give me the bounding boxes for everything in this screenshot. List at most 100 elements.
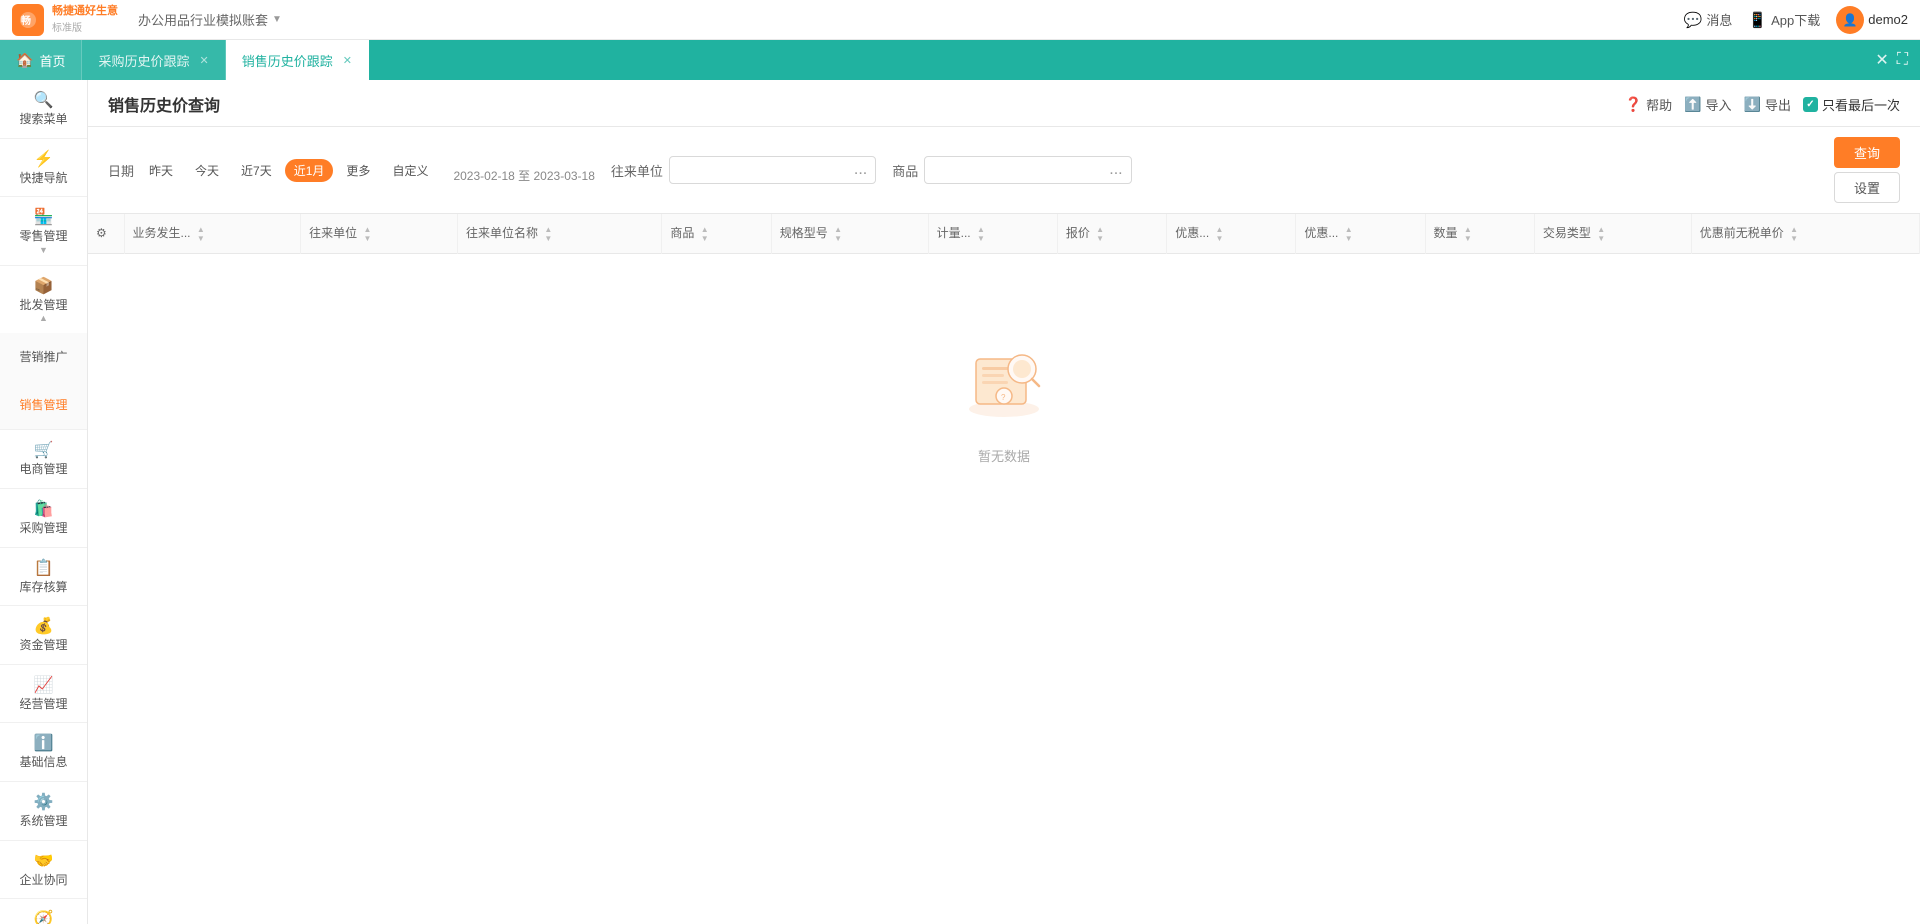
tab-sales-history-close[interactable]: ✕: [343, 54, 352, 67]
sidebar-label-retail: 零售管理: [19, 229, 67, 245]
date-pill-7days[interactable]: 近7天: [232, 159, 281, 182]
sidebar-label-inventory: 库存核算: [19, 580, 67, 596]
th-unit[interactable]: 计量... ▲▼: [928, 214, 1057, 253]
sidebar-item-search-menu[interactable]: 🔍 搜索菜单: [0, 80, 87, 138]
page-header-actions: ❓ 帮助 ⬆️ 导入 ⬇️ 导出 ✓ 只看最: [1625, 95, 1900, 114]
tab-home[interactable]: 🏠 首页: [0, 40, 82, 80]
import-button[interactable]: ⬆️ 导入: [1684, 95, 1731, 114]
dropdown-arrow-icon[interactable]: ▼: [272, 14, 282, 25]
sidebar-item-basic-info[interactable]: ℹ️ 基础信息: [0, 723, 87, 781]
sidebar-item-wholesale-mgmt[interactable]: 📦 批发管理 ▲: [0, 266, 87, 334]
help-button[interactable]: ❓ 帮助: [1625, 95, 1672, 114]
export-button[interactable]: ⬇️ 导出: [1744, 95, 1791, 114]
sidebar-section-ecommerce: 🛒 电商管理: [0, 430, 87, 489]
message-label: 消息: [1706, 10, 1732, 29]
sort-icon-quantity: ▲▼: [1464, 225, 1472, 243]
app-download-button[interactable]: 📱 App下载: [1748, 10, 1820, 29]
goods-filter-group: 商品 ...: [892, 156, 1131, 184]
counterparty-input-wrapper[interactable]: ...: [669, 156, 876, 184]
sidebar-item-inventory[interactable]: 📋 库存核算: [0, 548, 87, 606]
date-pill-today[interactable]: 今天: [186, 159, 228, 182]
message-icon: 💬: [1684, 11, 1703, 29]
sidebar-section-retail: 🏪 零售管理 ▼: [0, 197, 87, 266]
sidebar-section-system: ⚙️ 系统管理: [0, 782, 87, 841]
sidebar-item-system-mgmt[interactable]: ⚙️ 系统管理: [0, 782, 87, 840]
user-profile[interactable]: 👤 demo2: [1836, 6, 1908, 34]
message-button[interactable]: 💬 消息: [1684, 10, 1733, 29]
top-bar: 畅 畅捷通好生意 标准版 办公用品行业模拟账套 ▼ 💬 消息 📱 App下载 👤…: [0, 0, 1920, 40]
th-quantity[interactable]: 数量 ▲▼: [1425, 214, 1534, 253]
quicknav-icon: ⚡: [34, 149, 54, 169]
page-title: 销售历史价查询: [108, 92, 220, 116]
sidebar-item-sales-mgmt[interactable]: 销售管理: [0, 381, 87, 429]
date-filter-group: 日期 昨天 今天 近7天 近1月 更多 自定义: [108, 159, 437, 182]
date-pill-more[interactable]: 更多: [337, 159, 379, 182]
industry-name: 办公用品行业模拟账套: [138, 10, 268, 29]
sidebar-item-retail-mgmt[interactable]: 🏪 零售管理 ▼: [0, 197, 87, 265]
th-discount1[interactable]: 优惠... ▲▼: [1167, 214, 1296, 253]
counterparty-filter-group: 往来单位 ...: [611, 156, 876, 184]
date-pill-yesterday[interactable]: 昨天: [140, 159, 182, 182]
app-download-label: App下载: [1771, 10, 1820, 29]
sidebar-item-ecommerce-mgmt[interactable]: 🛒 电商管理: [0, 430, 87, 488]
industry-selector-area[interactable]: 办公用品行业模拟账套 ▼: [138, 10, 1664, 29]
tab-close-window-button[interactable]: ✕: [1875, 50, 1888, 70]
settings-button[interactable]: 设置: [1834, 172, 1900, 203]
sidebar-item-new-guide[interactable]: 🧭 新手引导: [0, 899, 87, 924]
goods-dots-icon[interactable]: ...: [1109, 161, 1122, 179]
basic-icon: ℹ️: [34, 733, 54, 753]
query-button[interactable]: 查询: [1834, 137, 1900, 168]
industry-selector[interactable]: 办公用品行业模拟账套 ▼: [138, 10, 282, 29]
th-trade-type[interactable]: 交易类型 ▲▼: [1534, 214, 1691, 253]
sidebar-item-quick-nav[interactable]: ⚡ 快捷导航: [0, 139, 87, 197]
goods-input-wrapper[interactable]: ...: [924, 156, 1131, 184]
gear-icon[interactable]: ⚙: [96, 226, 107, 240]
sidebar-item-finance-mgmt[interactable]: 💰 资金管理: [0, 606, 87, 664]
only-last-checkbox[interactable]: ✓ 只看最后一次: [1803, 95, 1900, 114]
wholesale-icon: 📦: [34, 276, 54, 296]
date-pill-1month[interactable]: 近1月: [285, 159, 334, 182]
sidebar-section-purchase: 🛍️ 采购管理: [0, 489, 87, 548]
coop-icon: 🤝: [34, 851, 54, 871]
th-pretax-price[interactable]: 优惠前无税单价 ▲▼: [1691, 214, 1919, 253]
sidebar-item-purchase-mgmt[interactable]: 🛍️ 采购管理: [0, 489, 87, 547]
filter-buttons: 查询 设置: [1834, 137, 1900, 203]
purchase-icon: 🛍️: [34, 499, 54, 519]
sidebar-item-enterprise-coop[interactable]: 🤝 企业协同: [0, 841, 87, 899]
th-biz-date[interactable]: 业务发生... ▲▼: [124, 214, 301, 253]
avatar-icon: 👤: [1843, 13, 1858, 27]
help-icon: ❓: [1625, 96, 1642, 113]
sort-icon-counterparty-code: ▲▼: [364, 225, 372, 243]
th-biz-date-label: 业务发生...: [133, 226, 191, 240]
empty-text: 暂无数据: [978, 446, 1030, 465]
tab-sales-history[interactable]: 销售历史价跟踪 ✕: [226, 40, 369, 80]
tab-purchase-history-close[interactable]: ✕: [199, 54, 208, 67]
wholesale-arrow-icon: ▲: [39, 313, 48, 323]
sidebar-item-business-mgmt[interactable]: 📈 经营管理: [0, 665, 87, 723]
tab-expand-button[interactable]: ⛶: [1897, 51, 1908, 69]
brand-tagline: 标准版: [52, 19, 118, 34]
counterparty-input[interactable]: [678, 163, 854, 178]
tab-purchase-history[interactable]: 采购历史价跟踪 ✕: [82, 40, 225, 80]
th-counterparty-code[interactable]: 往来单位 ▲▼: [301, 214, 458, 253]
system-icon: ⚙️: [34, 792, 54, 812]
export-label: 导出: [1765, 95, 1791, 114]
sidebar-label-marketing: 营销推广: [19, 350, 67, 366]
goods-input[interactable]: [933, 163, 1109, 178]
sidebar-item-marketing[interactable]: 营销推广: [0, 333, 87, 381]
th-quoted-price[interactable]: 报价 ▲▼: [1057, 214, 1166, 253]
date-pill-custom[interactable]: 自定义: [383, 159, 437, 182]
counterparty-dots-icon[interactable]: ...: [854, 161, 867, 179]
th-spec[interactable]: 规格型号 ▲▼: [771, 214, 928, 253]
logo: 畅: [12, 4, 44, 36]
search-icon: 🔍: [34, 90, 54, 110]
tab-purchase-history-label: 采购历史价跟踪: [98, 51, 189, 70]
th-discount2[interactable]: 优惠... ▲▼: [1296, 214, 1425, 253]
sidebar-section-wholesale: 📦 批发管理 ▲ 营销推广 销售管理: [0, 266, 87, 431]
th-settings[interactable]: ⚙: [88, 214, 124, 253]
th-goods[interactable]: 商品 ▲▼: [662, 214, 771, 253]
tab-spacer: [369, 40, 1863, 80]
th-counterparty-name-label: 往来单位名称: [466, 226, 538, 240]
sidebar-label-wholesale: 批发管理: [19, 298, 67, 314]
th-counterparty-name[interactable]: 往来单位名称 ▲▼: [458, 214, 662, 253]
